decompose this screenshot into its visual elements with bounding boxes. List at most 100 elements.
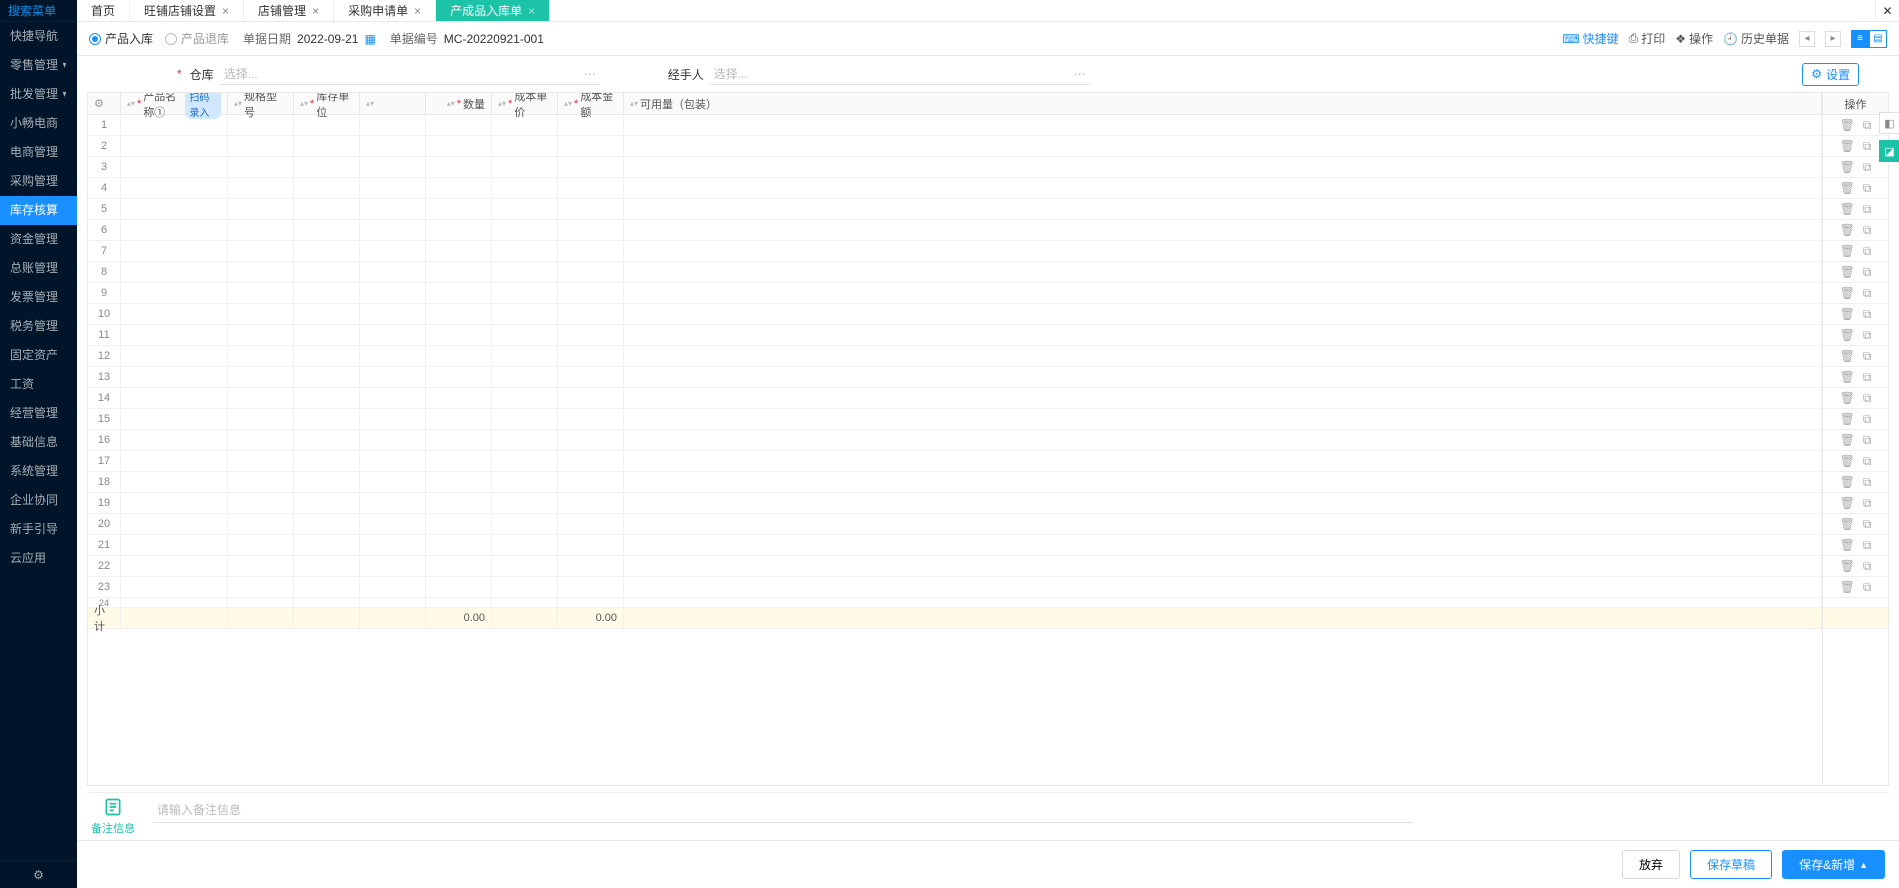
hotkey-link[interactable]: ⌨ 快捷键 <box>1562 30 1618 47</box>
table-row[interactable]: 10 <box>88 304 1822 325</box>
table-row[interactable]: 9 <box>88 283 1822 304</box>
sidebar-item-18[interactable]: 云应用 <box>0 544 77 573</box>
discard-button[interactable]: 放弃 <box>1622 850 1680 879</box>
copy-icon[interactable]: ⧉ <box>1863 349 1872 364</box>
delete-icon[interactable]: 🗑 <box>1840 517 1855 531</box>
table-row[interactable]: 2 <box>88 136 1822 157</box>
tabbar-close-all[interactable]: ✕ <box>1875 0 1899 22</box>
sidebar-item-10[interactable]: 税务管理 <box>0 312 77 341</box>
tab-0[interactable]: 首页 <box>77 0 130 21</box>
settings-button[interactable]: ⚙ 设置 <box>1802 63 1859 86</box>
delete-icon[interactable]: 🗑 <box>1840 328 1855 342</box>
copy-icon[interactable]: ⧉ <box>1863 517 1872 532</box>
table-row[interactable]: 5 <box>88 199 1822 220</box>
sidebar-item-9[interactable]: 发票管理 <box>0 283 77 312</box>
copy-icon[interactable]: ⧉ <box>1863 223 1872 238</box>
table-row[interactable]: 11 <box>88 325 1822 346</box>
sidebar-item-6[interactable]: 库存核算 <box>0 196 77 225</box>
tab-3[interactable]: 采购申请单× <box>334 0 436 21</box>
delete-icon[interactable]: 🗑 <box>1840 118 1855 132</box>
col-settings[interactable]: ⚙ <box>88 93 121 114</box>
table-row[interactable]: 18 <box>88 472 1822 493</box>
copy-icon[interactable]: ⧉ <box>1863 412 1872 427</box>
delete-icon[interactable]: 🗑 <box>1840 139 1855 153</box>
table-row[interactable]: 13 <box>88 367 1822 388</box>
copy-icon[interactable]: ⧉ <box>1863 181 1872 196</box>
copy-icon[interactable]: ⧉ <box>1863 370 1872 385</box>
copy-icon[interactable]: ⧉ <box>1863 202 1872 217</box>
delete-icon[interactable]: 🗑 <box>1840 244 1855 258</box>
table-row[interactable]: 21 <box>88 535 1822 556</box>
delete-icon[interactable]: 🗑 <box>1840 391 1855 405</box>
copy-icon[interactable]: ⧉ <box>1863 580 1872 595</box>
copy-icon[interactable]: ⧉ <box>1863 160 1872 175</box>
copy-icon[interactable]: ⧉ <box>1863 496 1872 511</box>
sidebar-item-14[interactable]: 基础信息 <box>0 428 77 457</box>
delete-icon[interactable]: 🗑 <box>1840 559 1855 573</box>
col-available[interactable]: ▴▾可用量（包装） <box>624 93 1822 114</box>
delete-icon[interactable]: 🗑 <box>1840 160 1855 174</box>
delete-icon[interactable]: 🗑 <box>1840 223 1855 237</box>
table-row[interactable]: 14 <box>88 388 1822 409</box>
copy-icon[interactable]: ⧉ <box>1863 538 1872 553</box>
sidebar-item-1[interactable]: 零售管理▾ <box>0 51 77 80</box>
copy-icon[interactable]: ⧉ <box>1863 307 1872 322</box>
copy-icon[interactable]: ⧉ <box>1863 286 1872 301</box>
table-row[interactable]: 24 <box>88 598 1822 608</box>
copy-icon[interactable]: ⧉ <box>1863 391 1872 406</box>
next-doc[interactable]: ▸ <box>1825 31 1841 47</box>
delete-icon[interactable]: 🗑 <box>1840 286 1855 300</box>
close-icon[interactable]: × <box>312 4 319 18</box>
history-link[interactable]: 🕘 历史单据 <box>1723 30 1789 47</box>
save-draft-button[interactable]: 保存草稿 <box>1690 850 1772 879</box>
tab-2[interactable]: 店铺管理× <box>244 0 334 21</box>
delete-icon[interactable]: 🗑 <box>1840 475 1855 489</box>
sidebar-item-5[interactable]: 采购管理 <box>0 167 77 196</box>
sidebar-item-11[interactable]: 固定资产 <box>0 341 77 370</box>
operate-link[interactable]: ❖ 操作 <box>1675 30 1713 47</box>
table-row[interactable]: 8 <box>88 262 1822 283</box>
copy-icon[interactable]: ⧉ <box>1863 328 1872 343</box>
sidebar-item-3[interactable]: 小畅电商 <box>0 109 77 138</box>
sidebar-item-8[interactable]: 总账管理 <box>0 254 77 283</box>
sidebar-item-0[interactable]: 快捷导航 <box>0 22 77 51</box>
table-row[interactable]: 4 <box>88 178 1822 199</box>
close-icon[interactable]: × <box>414 4 421 18</box>
copy-icon[interactable]: ⧉ <box>1863 433 1872 448</box>
delete-icon[interactable]: 🗑 <box>1840 181 1855 195</box>
warehouse-select[interactable]: 选择... ⋯ <box>220 63 600 85</box>
sidebar-item-17[interactable]: 新手引导 <box>0 515 77 544</box>
copy-icon[interactable]: ⧉ <box>1863 454 1872 469</box>
table-row[interactable]: 23 <box>88 577 1822 598</box>
delete-icon[interactable]: 🗑 <box>1840 454 1855 468</box>
col-product-name[interactable]: ▴▾*产品名称①扫码录入 <box>121 93 228 114</box>
table-row[interactable]: 19 <box>88 493 1822 514</box>
delete-icon[interactable]: 🗑 <box>1840 496 1855 510</box>
handler-select[interactable]: 选择... ⋯ <box>710 63 1090 85</box>
sidebar-settings[interactable]: ⚙ <box>0 860 77 888</box>
remark-input[interactable]: 请输入备注信息 <box>153 797 1413 823</box>
tab-1[interactable]: 旺铺店铺设置× <box>130 0 244 21</box>
table-row[interactable]: 15 <box>88 409 1822 430</box>
col-amount[interactable]: ▴▾*成本金额 <box>558 93 624 114</box>
copy-icon[interactable]: ⧉ <box>1863 139 1872 154</box>
sidebar-item-2[interactable]: 批发管理▾ <box>0 80 77 109</box>
print-link[interactable]: ⎙ 打印 <box>1629 30 1666 47</box>
scan-tag[interactable]: 扫码录入 <box>185 93 221 119</box>
copy-icon[interactable]: ⧉ <box>1863 265 1872 280</box>
rail-btn-2[interactable]: ◪ <box>1879 140 1899 162</box>
col-qty[interactable]: ▴▾*数量 <box>426 93 492 114</box>
col-spec[interactable]: ▴▾规格型号 <box>228 93 294 114</box>
sidebar-item-16[interactable]: 企业协同 <box>0 486 77 515</box>
table-row[interactable]: 16 <box>88 430 1822 451</box>
table-row[interactable]: 12 <box>88 346 1822 367</box>
delete-icon[interactable]: 🗑 <box>1840 265 1855 279</box>
save-new-button[interactable]: 保存&新增 ▲ <box>1782 850 1885 879</box>
delete-icon[interactable]: 🗑 <box>1840 538 1855 552</box>
delete-icon[interactable]: 🗑 <box>1840 307 1855 321</box>
delete-icon[interactable]: 🗑 <box>1840 412 1855 426</box>
table-row[interactable]: 17 <box>88 451 1822 472</box>
sidebar-search[interactable]: 搜索菜单 <box>0 0 77 22</box>
delete-icon[interactable]: 🗑 <box>1840 349 1855 363</box>
sidebar-item-12[interactable]: 工资 <box>0 370 77 399</box>
